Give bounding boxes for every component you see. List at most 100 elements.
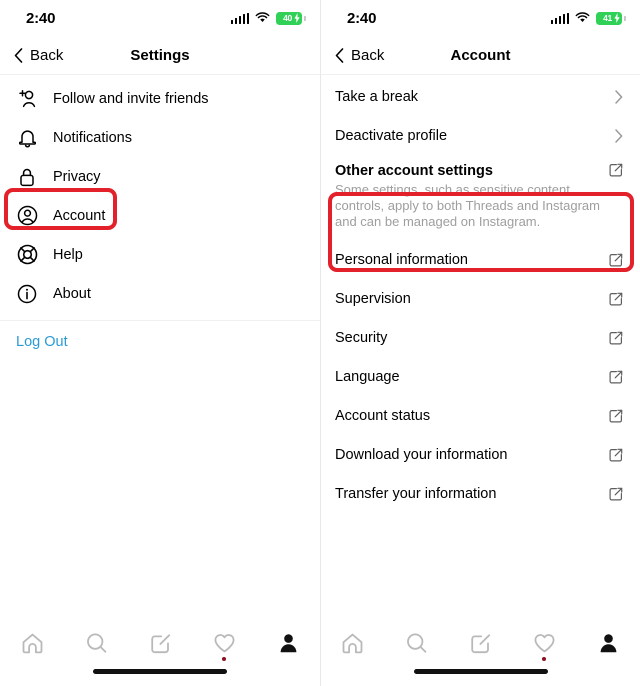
tab-profile[interactable] [256, 632, 320, 654]
account-circle-icon [16, 205, 38, 227]
list-item-label: Download your information [335, 446, 508, 463]
list-item-label: Account status [335, 407, 431, 424]
log-out-label: Log Out [16, 334, 68, 350]
back-button-right[interactable]: Back [321, 47, 384, 64]
nav-bar-right: Back Account [321, 36, 640, 75]
account-list: Take a break Deactivate profile Other ac… [321, 75, 640, 614]
other-account-settings-header: Other account settings [335, 163, 623, 179]
profile-icon [600, 634, 616, 653]
list-item-language[interactable]: Language [321, 357, 640, 396]
wifi-icon [255, 12, 270, 23]
back-label: Back [30, 46, 64, 64]
tab-home[interactable] [321, 632, 385, 654]
home-icon [22, 633, 42, 654]
external-link-icon [609, 448, 623, 461]
search-icon [407, 633, 427, 653]
lifebuoy-icon [16, 244, 38, 266]
account-screen: 2:40 41 Back Account Take a break Deacti… [320, 0, 640, 686]
chevron-right-icon [615, 128, 623, 143]
person-add-icon [16, 88, 38, 110]
dual-phone-screenshot: 2:40 40 Back Settings Follow and invite … [0, 0, 640, 686]
sidebar-item-follow-and-invite-friends[interactable]: Follow and invite friends [0, 79, 320, 118]
heart-icon [213, 634, 235, 653]
sidebar-item-account[interactable]: Account [0, 196, 320, 235]
status-time: 2:40 [347, 9, 377, 27]
list-item-personal-information[interactable]: Personal information [321, 240, 640, 279]
tab-home[interactable] [0, 632, 64, 654]
charging-bolt-icon [294, 13, 300, 23]
list-item-other-account-settings[interactable]: Other account settings Some settings, su… [321, 155, 640, 240]
sidebar-item-label: Privacy [53, 168, 101, 185]
status-indicators: 41 [550, 11, 626, 25]
tab-search[interactable] [385, 632, 449, 654]
status-bar-left: 2:40 40 [0, 0, 320, 36]
chevron-right-icon [615, 89, 623, 104]
list-item-label: Supervision [335, 290, 411, 307]
wifi-icon [575, 12, 590, 23]
back-button-left[interactable]: Back [0, 47, 63, 64]
lock-icon [16, 166, 38, 188]
other-account-settings-description: Some settings, such as sensitive content… [335, 182, 600, 229]
activity-badge-dot [222, 657, 226, 661]
external-link-icon [609, 292, 623, 305]
list-item-label: Take a break [335, 88, 419, 105]
tab-search[interactable] [64, 632, 128, 654]
external-link-icon [609, 331, 623, 344]
external-link-icon [609, 163, 623, 177]
chevron-left-icon [335, 47, 344, 63]
profile-icon [280, 634, 296, 653]
list-item-take-a-break[interactable]: Take a break [321, 77, 640, 116]
settings-screen: 2:40 40 Back Settings Follow and invite … [0, 0, 320, 686]
status-time: 2:40 [26, 9, 56, 27]
list-item-label: Security [335, 329, 388, 346]
sidebar-item-label: About [53, 285, 91, 302]
list-item-label: Transfer your information [335, 485, 497, 502]
compose-icon [471, 634, 491, 654]
home-indicator-left [93, 669, 227, 674]
sidebar-item-label: Help [53, 246, 83, 263]
tab-compose[interactable] [128, 632, 192, 654]
list-item-deactivate-profile[interactable]: Deactivate profile [321, 116, 640, 155]
list-item-download-your-information[interactable]: Download your information [321, 435, 640, 474]
other-account-settings-title: Other account settings [335, 163, 493, 179]
list-item-security[interactable]: Security [321, 318, 640, 357]
log-out-button[interactable]: Log Out [0, 328, 320, 356]
sidebar-item-label: Follow and invite friends [53, 90, 209, 107]
tab-bar-right [321, 614, 640, 686]
heart-icon [534, 634, 555, 653]
list-item-account-status[interactable]: Account status [321, 396, 640, 435]
external-link-icon [609, 409, 623, 422]
list-item-label: Language [335, 368, 400, 385]
sidebar-item-privacy[interactable]: Privacy [0, 157, 320, 196]
chevron-left-icon [14, 47, 23, 63]
tab-activity[interactable] [192, 632, 256, 661]
home-indicator-right [413, 669, 548, 674]
sidebar-item-help[interactable]: Help [0, 235, 320, 274]
tab-bar-left [0, 614, 320, 686]
list-item-supervision[interactable]: Supervision [321, 279, 640, 318]
battery-charging-icon: 41 [596, 11, 626, 25]
search-icon [86, 633, 106, 653]
list-item-transfer-your-information[interactable]: Transfer your information [321, 474, 640, 513]
tab-compose[interactable] [449, 632, 513, 654]
sidebar-item-about[interactable]: About [0, 274, 320, 313]
status-bar-right: 2:40 41 [321, 0, 640, 36]
battery-charging-icon: 40 [276, 11, 306, 25]
cellular-signal-icon [550, 12, 569, 24]
tab-activity[interactable] [512, 632, 576, 661]
list-item-label: Deactivate profile [335, 127, 448, 144]
compose-icon [150, 634, 170, 654]
tab-profile[interactable] [576, 632, 640, 654]
external-link-icon [609, 370, 623, 383]
info-circle-icon [16, 283, 38, 305]
bell-icon [16, 127, 38, 149]
external-link-icon [609, 487, 623, 500]
external-link-icon [609, 253, 623, 266]
charging-bolt-icon [614, 13, 620, 23]
settings-list: Follow and invite friends Notifications [0, 75, 320, 614]
activity-badge-dot [542, 657, 547, 661]
sidebar-item-notifications[interactable]: Notifications [0, 118, 320, 157]
cellular-signal-icon [230, 12, 249, 24]
back-label: Back [351, 46, 385, 64]
home-icon [342, 633, 363, 654]
